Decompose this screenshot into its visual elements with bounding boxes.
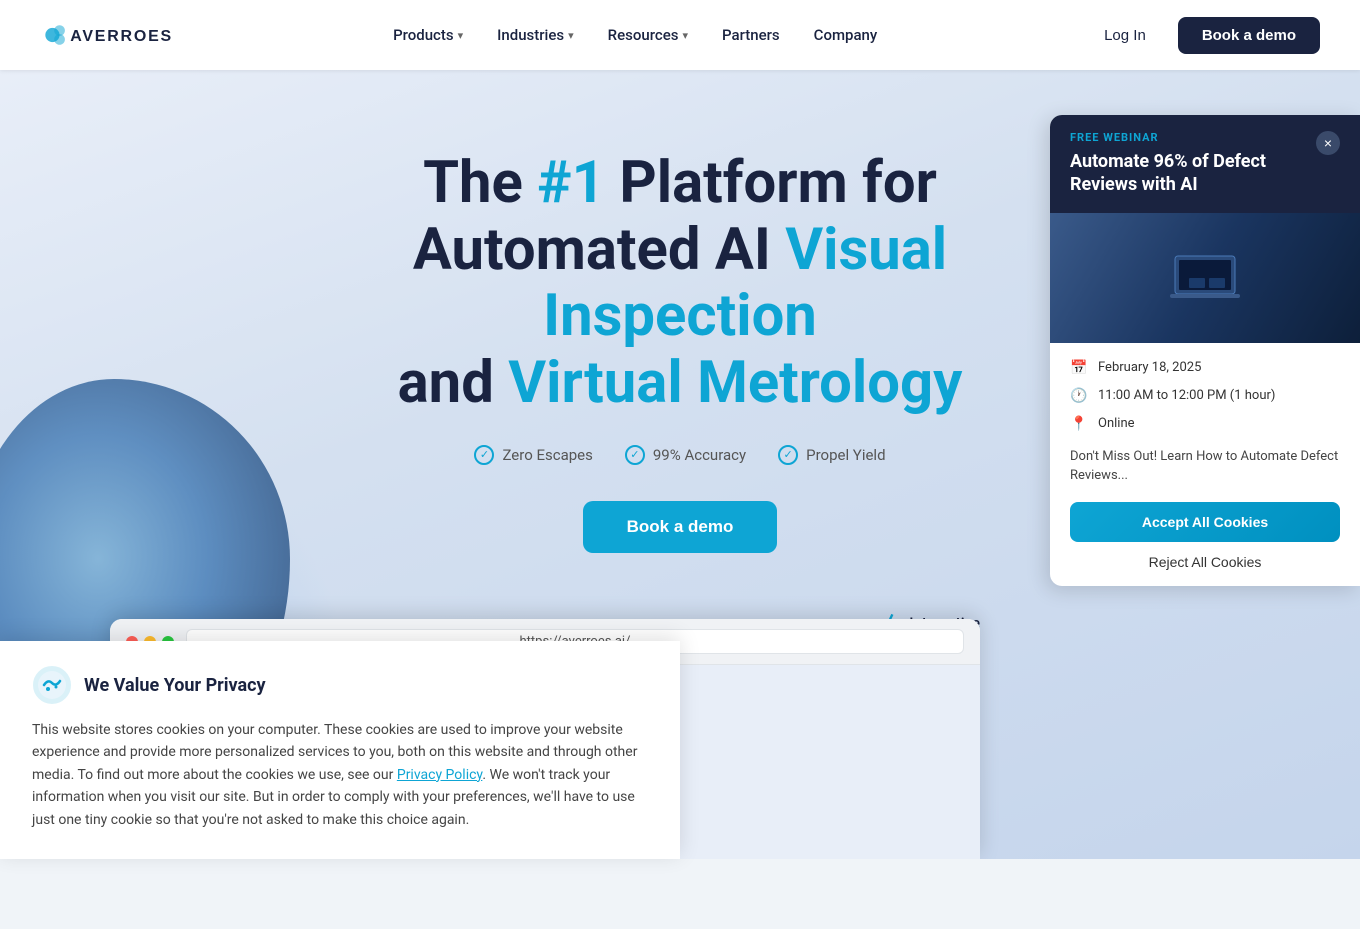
nav-industries[interactable]: Industries ▾	[483, 18, 588, 52]
reject-cookies-button[interactable]: Reject All Cookies	[1070, 554, 1340, 570]
webinar-header-text: FREE WEBINAR Automate 96% of Defect Revi…	[1070, 131, 1308, 197]
webinar-meta: 📅 February 18, 2025 🕐 11:00 AM to 12:00 …	[1070, 359, 1340, 433]
nav-partners[interactable]: Partners	[708, 18, 794, 52]
hero-check-3: ✓ Propel Yield	[778, 445, 885, 465]
hero-check-2: ✓ 99% Accuracy	[625, 445, 746, 465]
cookie-banner: We Value Your Privacy This website store…	[0, 641, 680, 859]
demo-button-nav[interactable]: Book a demo	[1178, 17, 1320, 54]
hero-features: ✓ Zero Escapes ✓ 99% Accuracy ✓ Propel Y…	[474, 445, 885, 465]
nav-company[interactable]: Company	[800, 18, 892, 52]
webinar-panel: FREE WEBINAR Automate 96% of Defect Revi…	[1050, 115, 1360, 586]
logo[interactable]: AVERROES	[40, 19, 182, 51]
demo-button-hero[interactable]: Book a demo	[583, 501, 778, 553]
close-button[interactable]: ×	[1316, 131, 1340, 155]
navigation: AVERROES Products ▾ Industries ▾ Resourc…	[0, 0, 1360, 70]
hero-title-line2: Automated AI Visual Inspection	[413, 216, 947, 351]
privacy-policy-link[interactable]: Privacy Policy	[397, 767, 482, 783]
chevron-down-icon: ▾	[682, 29, 688, 42]
check-icon-3: ✓	[778, 445, 798, 465]
chevron-down-icon: ▾	[568, 29, 574, 42]
cookie-title: We Value Your Privacy	[84, 675, 266, 696]
cookie-icon	[32, 665, 72, 705]
chevron-down-icon: ▾	[458, 29, 464, 42]
calendar-icon: 📅	[1070, 359, 1088, 377]
webinar-title: Automate 96% of Defect Reviews with AI	[1070, 150, 1308, 197]
check-icon-2: ✓	[625, 445, 645, 465]
nav-links: Products ▾ Industries ▾ Resources ▾ Part…	[379, 18, 891, 52]
nav-resources[interactable]: Resources ▾	[594, 18, 702, 52]
nav-products[interactable]: Products ▾	[379, 18, 477, 52]
svg-text:AVERROES: AVERROES	[70, 28, 173, 45]
accept-cookies-button[interactable]: Accept All Cookies	[1070, 502, 1340, 542]
nav-actions: Log In Book a demo	[1088, 17, 1320, 54]
webinar-date: 📅 February 18, 2025	[1070, 359, 1340, 377]
login-button[interactable]: Log In	[1088, 19, 1162, 52]
hero-title-line3: and Virtual Metrology	[398, 349, 963, 417]
hero-check-1: ✓ Zero Escapes	[474, 445, 592, 465]
webinar-thumbnail	[1050, 213, 1360, 343]
webinar-info: 📅 February 18, 2025 🕐 11:00 AM to 12:00 …	[1050, 343, 1360, 502]
check-icon-1: ✓	[474, 445, 494, 465]
webinar-location: 📍 Online	[1070, 415, 1340, 433]
hero-title: The #1 Platform for Automated AI Visual …	[270, 150, 1090, 417]
webinar-tag: FREE WEBINAR	[1070, 131, 1308, 144]
webinar-time: 🕐 11:00 AM to 12:00 PM (1 hour)	[1070, 387, 1340, 405]
cookie-header: We Value Your Privacy	[32, 665, 648, 705]
webinar-header: FREE WEBINAR Automate 96% of Defect Revi…	[1050, 115, 1360, 213]
webinar-thumb-inner	[1050, 213, 1360, 343]
hero-title-line1: The #1 Platform for	[423, 149, 937, 217]
laptop-icon	[1165, 248, 1245, 308]
webinar-description: Don't Miss Out! Learn How to Automate De…	[1070, 447, 1340, 486]
cookie-body: This website stores cookies on your comp…	[32, 719, 648, 831]
location-icon: 📍	[1070, 415, 1088, 433]
clock-icon: 🕐	[1070, 387, 1088, 405]
